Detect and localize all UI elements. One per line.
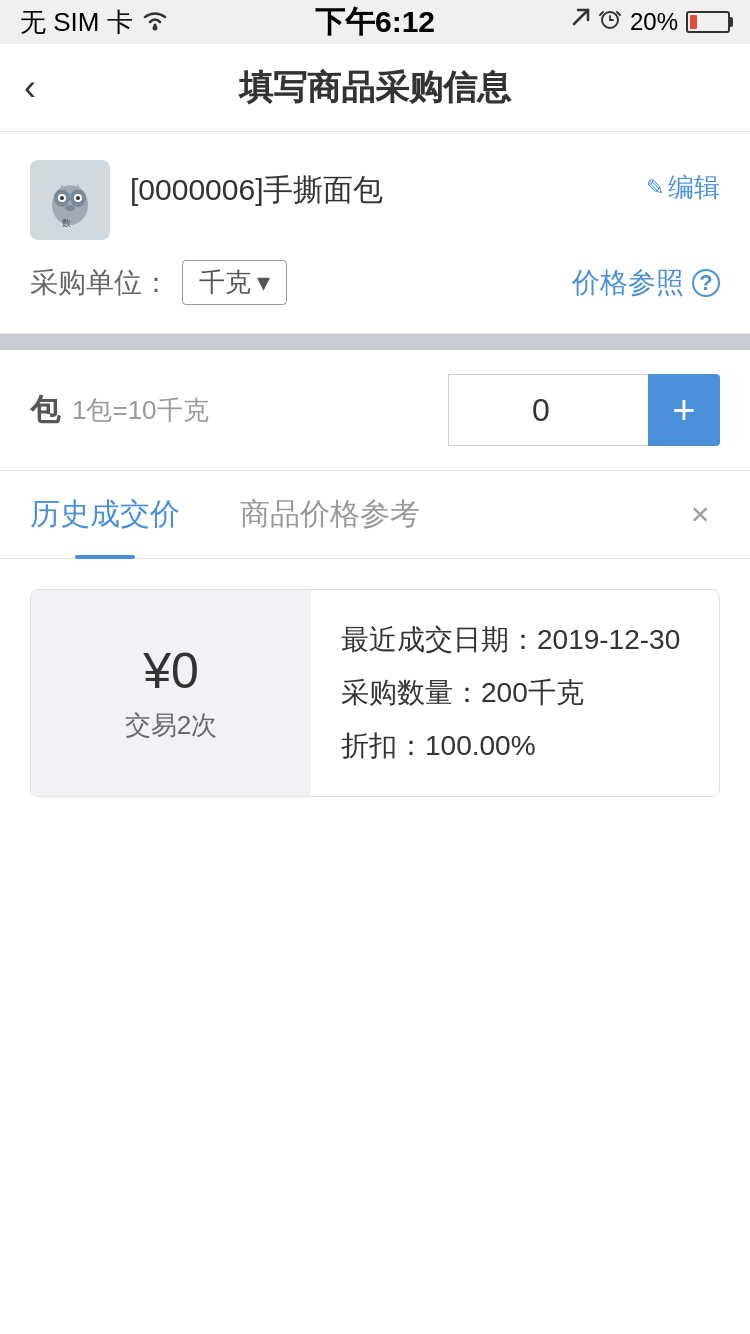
page-title: 填写商品采购信息 [239, 65, 511, 111]
history-qty-row: 采购数量：200千克 [341, 673, 689, 712]
svg-point-9 [65, 205, 75, 211]
help-icon: ? [692, 269, 720, 297]
history-card: ¥0 交易2次 最近成交日期：2019-12-30 采购数量：200千克 折扣：… [30, 589, 720, 797]
wifi-icon [141, 7, 169, 38]
price-reference-button[interactable]: 价格参照 ? [572, 264, 720, 302]
quantity-row: 包 1包=10千克 + [0, 350, 750, 471]
tab-close-button[interactable]: × [680, 495, 720, 535]
quantity-plus-button[interactable]: + [648, 374, 720, 446]
status-bar: 无 SIM 卡 下午6:12 20 [0, 0, 750, 44]
battery-fill [690, 15, 697, 29]
location-icon [572, 8, 590, 36]
qty-value: 200千克 [481, 677, 584, 708]
quantity-left: 包 1包=10千克 [30, 390, 209, 431]
carrier-text: 无 SIM 卡 [20, 5, 133, 40]
nav-bar: ‹ 填写商品采购信息 [0, 44, 750, 132]
quantity-input-group: + [448, 374, 720, 446]
status-left: 无 SIM 卡 [20, 5, 169, 40]
history-trades: 交易2次 [125, 708, 217, 743]
status-right: 20% [572, 7, 730, 37]
quantity-unit-char: 包 [30, 390, 60, 431]
history-content: ¥0 交易2次 最近成交日期：2019-12-30 采购数量：200千克 折扣：… [0, 559, 750, 827]
history-discount-row: 折扣：100.00% [341, 726, 689, 765]
battery-percent: 20% [630, 8, 678, 36]
history-date-row: 最近成交日期：2019-12-30 [341, 620, 689, 659]
svg-text:数: 数 [62, 218, 71, 228]
tab-section: 历史成交价 商品价格参考 × ¥0 交易2次 最近成交日期：2019-12-30… [0, 471, 750, 827]
tab-history-price[interactable]: 历史成交价 [30, 471, 180, 559]
product-header: 数 [0000006]手撕面包 ✎ 编辑 [30, 160, 720, 240]
status-time: 下午6:12 [315, 2, 435, 43]
tab-product-price-ref[interactable]: 商品价格参考 [240, 471, 420, 559]
product-left: 数 [0000006]手撕面包 [30, 160, 383, 240]
quantity-conversion: 1包=10千克 [72, 393, 209, 428]
svg-point-8 [76, 196, 80, 200]
svg-point-0 [152, 25, 157, 30]
qty-label: 采购数量： [341, 677, 481, 708]
product-thumbnail: 数 [30, 160, 110, 240]
dropdown-arrow-icon: ▾ [257, 267, 270, 298]
tab-list: 历史成交价 商品价格参考 [30, 471, 420, 559]
history-left: ¥0 交易2次 [31, 590, 311, 796]
unit-text: 采购单位： [30, 264, 170, 302]
unit-value: 千克 [199, 265, 251, 300]
edit-button[interactable]: ✎ 编辑 [646, 170, 720, 205]
history-price: ¥0 [143, 642, 199, 700]
date-value: 2019-12-30 [537, 624, 680, 655]
product-card: 数 [0000006]手撕面包 ✎ 编辑 采购单位： 千克 ▾ 价格参照 ? [0, 132, 750, 334]
unit-dropdown[interactable]: 千克 ▾ [182, 260, 287, 305]
edit-icon: ✎ [646, 175, 664, 201]
product-name: [0000006]手撕面包 [130, 170, 383, 211]
back-button[interactable]: ‹ [24, 67, 36, 109]
product-footer: 采购单位： 千克 ▾ 价格参照 ? [30, 260, 720, 305]
date-label: 最近成交日期： [341, 624, 537, 655]
owl-logo: 数 [40, 170, 100, 230]
page-whitespace [0, 827, 750, 1334]
price-ref-label: 价格参照 [572, 264, 684, 302]
section-divider [0, 334, 750, 350]
tab-header: 历史成交价 商品价格参考 × [0, 471, 750, 559]
unit-selector: 采购单位： 千克 ▾ [30, 260, 287, 305]
svg-point-7 [60, 196, 64, 200]
edit-label: 编辑 [668, 170, 720, 205]
history-right: 最近成交日期：2019-12-30 采购数量：200千克 折扣：100.00% [311, 590, 719, 796]
alarm-icon [598, 7, 622, 37]
battery-icon [686, 11, 730, 33]
discount-value: 100.00% [425, 730, 536, 761]
quantity-input[interactable] [448, 374, 648, 446]
discount-label: 折扣： [341, 730, 425, 761]
